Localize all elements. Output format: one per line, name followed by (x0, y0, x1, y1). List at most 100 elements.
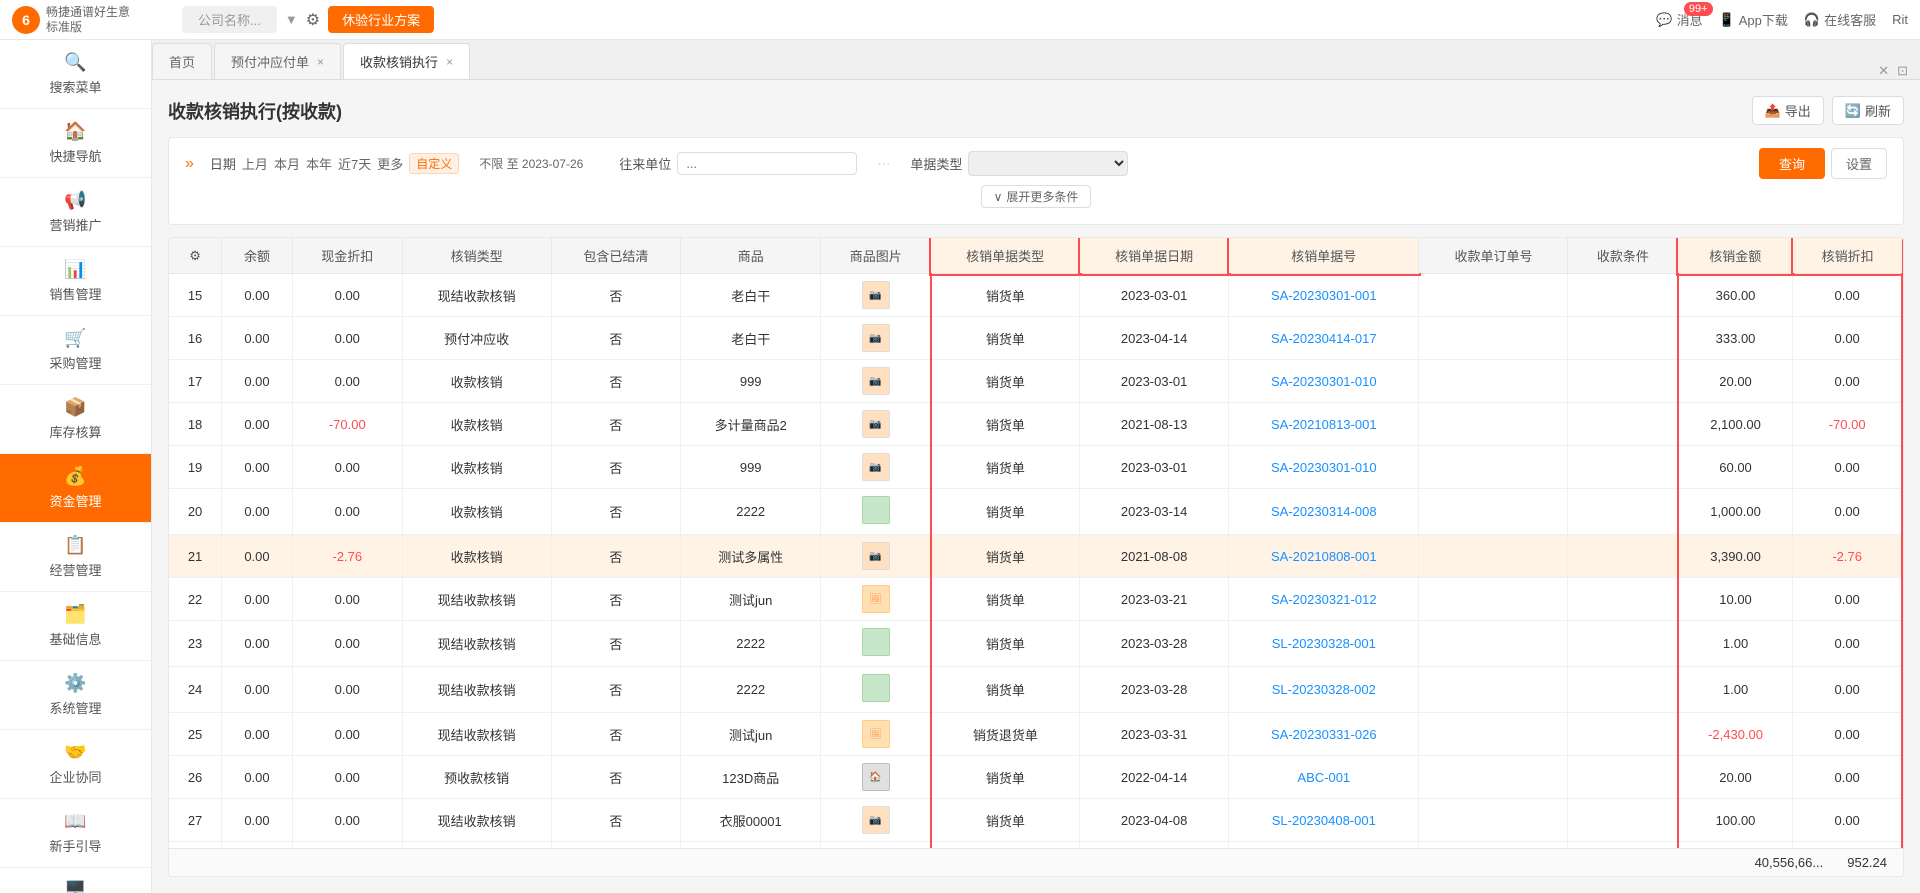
cell-cancel-doc-no[interactable]: SA-20230321-012 (1229, 578, 1419, 621)
cell-include-cleared: 否 (551, 578, 680, 621)
cell-cash-discount: -70.00 (292, 403, 402, 446)
doctype-select[interactable] (968, 151, 1128, 176)
refresh-button[interactable]: 🔄 刷新 (1832, 96, 1904, 125)
export-icon: 📤 (1765, 103, 1781, 119)
cell-receipt-condition (1568, 535, 1678, 578)
expand-button[interactable]: ∨ 展开更多条件 (981, 185, 1092, 208)
sidebar-item-sales[interactable]: 📊 销售管理 (0, 247, 151, 316)
sidebar-label-shortcut: 快捷导航 (49, 146, 101, 165)
cell-cancel-discount: 0.00 (1793, 756, 1902, 799)
online-service-btn[interactable]: 🎧 在线客服 (1804, 10, 1876, 29)
finance-icon: 💰 (64, 466, 86, 487)
tab-prepay[interactable]: 预付冲应付单 × (214, 43, 341, 79)
sidebar-item-operation[interactable]: 📋 经营管理 (0, 523, 151, 592)
maximize-icon[interactable]: ⊡ (1897, 63, 1908, 79)
tab-collection-close[interactable]: × (446, 55, 453, 69)
cell-no: 23 (169, 621, 222, 667)
date-7days[interactable]: 近7天 (338, 154, 371, 173)
th-cancel-doc-date: 核销单据日期 (1080, 238, 1229, 274)
date-this-month[interactable]: 本月 (274, 154, 300, 173)
cell-cancel-doc-no[interactable]: SA-20230301-001 (1229, 274, 1419, 317)
cell-cancel-doc-date: 2023-03-31 (1080, 713, 1229, 756)
cell-cash-discount: 0.00 (292, 621, 402, 667)
operation-icon: 📋 (64, 535, 86, 556)
cell-cancel-doc-no[interactable]: SA-20230301-010 (1229, 360, 1419, 403)
cell-cancel-doc-no[interactable]: SA-20210808-001 (1229, 535, 1419, 578)
cell-cancel-doc-date: 2023-03-14 (1080, 489, 1229, 535)
cell-cancel-doc-type: 销货单 (931, 799, 1080, 842)
header-actions: 📤 导出 🔄 刷新 (1752, 96, 1904, 125)
cell-cancel-doc-no[interactable]: SA-20230301-010 (1229, 446, 1419, 489)
sidebar-label-search: 搜索菜单 (49, 77, 101, 96)
sidebar-label-sales: 销售管理 (49, 284, 101, 303)
sidebar-item-search[interactable]: 🔍 搜索菜单 (0, 40, 151, 109)
sidebar-item-finance[interactable]: 💰 资金管理 (0, 454, 151, 523)
export-button[interactable]: 📤 导出 (1752, 96, 1824, 125)
dropdown-icon[interactable]: ▼ (285, 12, 298, 27)
messages-btn[interactable]: 💬 消息 99+ (1656, 10, 1702, 29)
tab-prepay-close[interactable]: × (317, 55, 324, 69)
close-window-icon[interactable]: ✕ (1878, 63, 1889, 79)
table-scroll[interactable]: ⚙ 余额 现金折扣 核销类型 包含已结清 商品 商品图片 核销单据类型 核销单据… (169, 238, 1903, 848)
cell-goods-image (821, 621, 931, 667)
cell-cash-discount: 0.00 (292, 713, 402, 756)
date-custom[interactable]: 自定义 (409, 153, 459, 174)
th-balance: 余额 (222, 238, 293, 274)
cell-cancel-doc-no[interactable]: SA-20230331-026 (1229, 713, 1419, 756)
sidebar-item-inventory[interactable]: 📦 库存核算 (0, 385, 151, 454)
tab-collection[interactable]: 收款核销执行 × (343, 43, 470, 79)
logo-icon: 6 (12, 6, 40, 34)
cell-cancel-amount: -2,430.00 (1678, 713, 1793, 756)
cell-cancel-discount: 0.00 (1793, 317, 1902, 360)
sidebar-item-guide[interactable]: 📖 新手引导 (0, 799, 151, 868)
cell-cancel-doc-no[interactable]: SL-20230408-001 (1229, 799, 1419, 842)
sidebar-item-enterprise[interactable]: 🤝 企业协同 (0, 730, 151, 799)
top-bar-right: 💬 消息 99+ 📱 App下载 🎧 在线客服 Rit (1656, 10, 1908, 29)
filter-row: » 日期 上月 本月 本年 近7天 更多 自定义 不限 至 202 (185, 148, 1887, 179)
date-filter: 日期 上月 本月 本年 近7天 更多 自定义 (210, 153, 459, 174)
table-row: 18 0.00 -70.00 收款核销 否 多计量商品2 📷 销货单 2021-… (169, 403, 1902, 446)
cell-cancel-type: 收款核销 (402, 535, 551, 578)
cell-cancel-doc-type: 销货退货单 (931, 713, 1080, 756)
cell-cancel-doc-type: 销货单 (931, 489, 1080, 535)
sidebar-item-hardware[interactable]: 🖥️ 智能硬件 (0, 868, 151, 893)
date-last-month[interactable]: 上月 (242, 154, 268, 173)
cell-receipt-order-no (1419, 446, 1568, 489)
sidebar-item-system[interactable]: ⚙️ 系统管理 (0, 661, 151, 730)
sidebar-item-shortcut[interactable]: 🏠 快捷导航 (0, 109, 151, 178)
cell-receipt-order-no (1419, 489, 1568, 535)
cell-cancel-doc-no[interactable]: SA-20210813-001 (1229, 403, 1419, 446)
cell-cancel-doc-no[interactable]: SL-20230328-001 (1229, 621, 1419, 667)
settings-button[interactable]: 设置 (1831, 148, 1887, 179)
expand-arrow-icon[interactable]: » (185, 155, 194, 173)
cell-cancel-doc-type: 销货单 (931, 578, 1080, 621)
sidebar-item-basic[interactable]: 🗂️ 基础信息 (0, 592, 151, 661)
cell-cancel-doc-no[interactable]: SA-20230314-008 (1229, 489, 1419, 535)
th-cancel-doc-no: 核销单据号 (1229, 238, 1419, 274)
table-row: 24 0.00 0.00 现结收款核销 否 2222 销货单 2023-03-2… (169, 667, 1902, 713)
cell-include-cleared: 否 (551, 446, 680, 489)
query-button[interactable]: 查询 (1759, 148, 1825, 179)
tab-home[interactable]: 首页 (152, 43, 212, 79)
industry-button[interactable]: 休验行业方案 (328, 6, 434, 33)
cell-cancel-type: 现结收款核销 (402, 799, 551, 842)
cell-cancel-doc-no[interactable]: SA-20230414-017 (1229, 317, 1419, 360)
sidebar-item-purchase[interactable]: 🛒 采购管理 (0, 316, 151, 385)
cell-cancel-discount: 0.00 (1793, 578, 1902, 621)
cell-goods-image: 🖼 (821, 713, 931, 756)
cell-receipt-order-no (1419, 713, 1568, 756)
gear-icon[interactable]: ⚙ (306, 10, 320, 30)
cell-cancel-doc-date: 2023-03-01 (1080, 274, 1229, 317)
cell-cancel-doc-no[interactable]: SL-20230328-002 (1229, 667, 1419, 713)
date-this-year[interactable]: 本年 (306, 154, 332, 173)
page-title: 收款核销执行(按收款) (168, 98, 342, 124)
app-download-btn[interactable]: 📱 App下载 (1719, 10, 1788, 29)
date-more[interactable]: 更多 (377, 154, 403, 173)
cell-cancel-doc-no[interactable]: ABC-001 (1229, 756, 1419, 799)
inventory-icon: 📦 (64, 397, 86, 418)
cell-receipt-order-no (1419, 403, 1568, 446)
counterpart-input[interactable] (677, 152, 857, 175)
cell-no: 24 (169, 667, 222, 713)
cell-no: 16 (169, 317, 222, 360)
sidebar-item-marketing[interactable]: 📢 营销推广 (0, 178, 151, 247)
